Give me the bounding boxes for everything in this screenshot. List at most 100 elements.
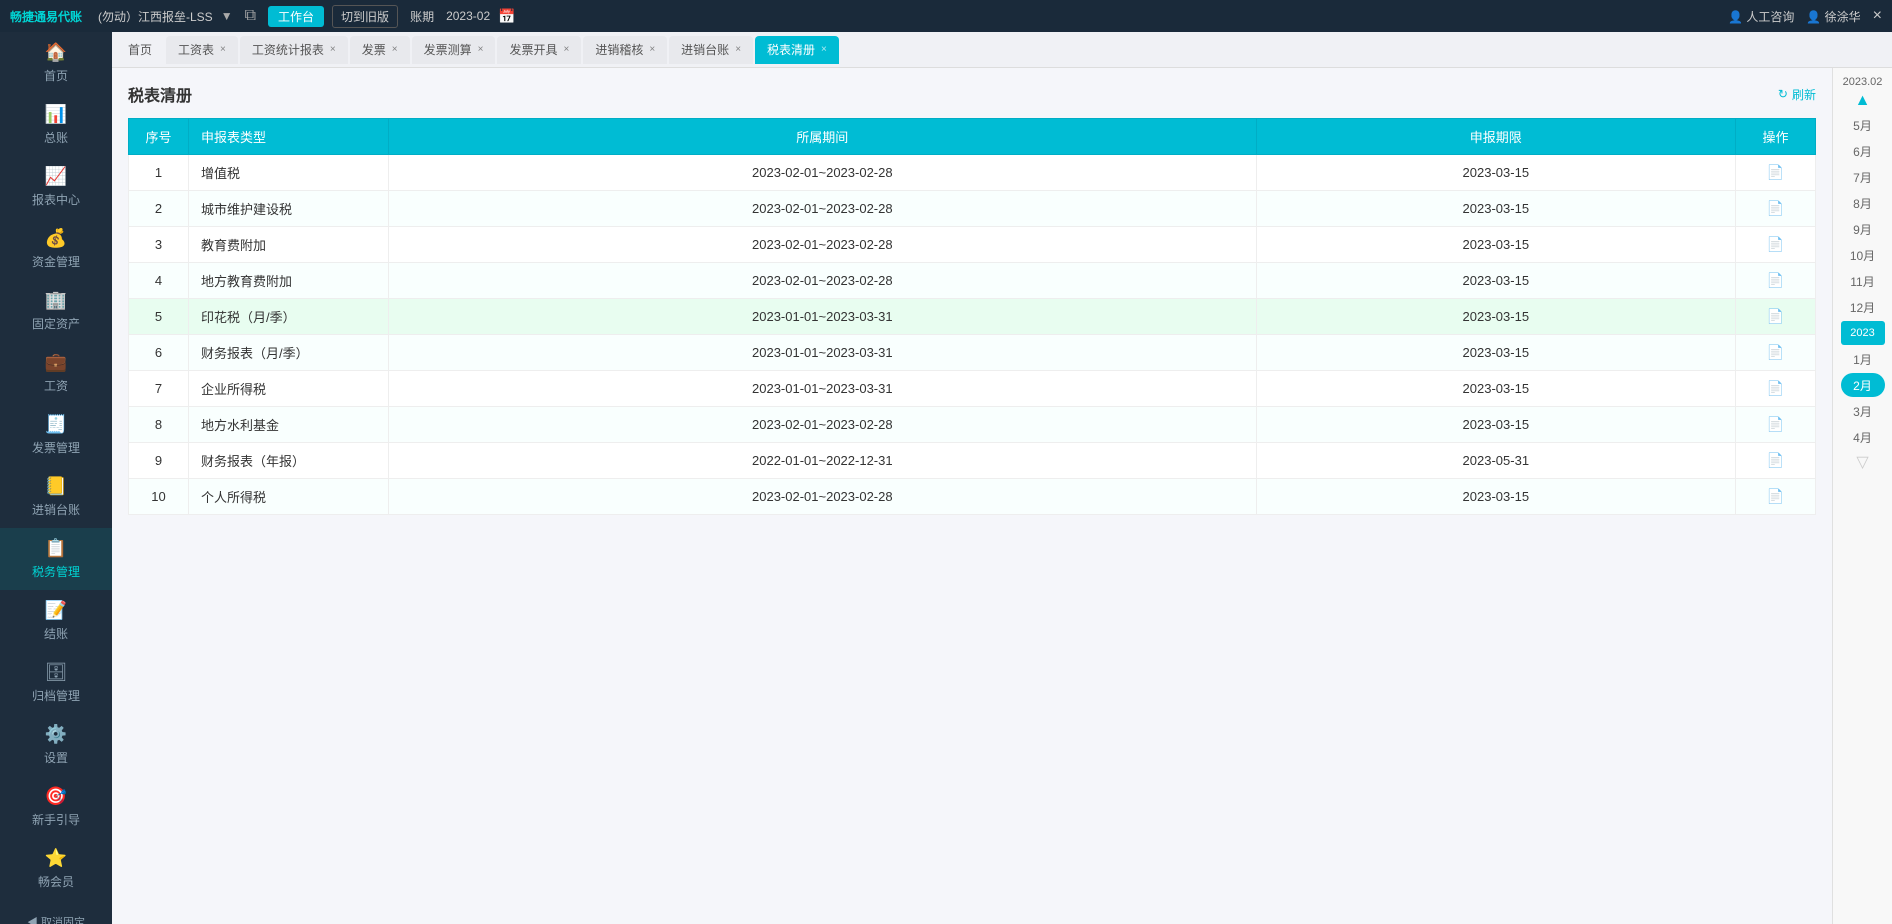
cell-period: 2023-02-01~2023-02-28 (389, 191, 1257, 227)
action-icon[interactable]: 📄 (1767, 272, 1784, 288)
sidebar-item-member[interactable]: ⭐ 畅会员 (0, 838, 112, 900)
cell-period: 2023-02-01~2023-02-28 (389, 227, 1257, 263)
sidebar-label-funds: 资金管理 (32, 253, 80, 270)
sidebar-item-reports[interactable]: 📈 报表中心 (0, 156, 112, 218)
timeline-month-12[interactable]: 12月 (1841, 295, 1885, 319)
action-icon[interactable]: 📄 (1767, 416, 1784, 432)
sidebar-item-salary[interactable]: 💼 工资 (0, 342, 112, 404)
timeline-month-1[interactable]: 1月 (1841, 347, 1885, 371)
timeline-month-7[interactable]: 7月 (1841, 165, 1885, 189)
timeline-month-2[interactable]: 2月 (1841, 373, 1885, 397)
sidebar-label-guide: 新手引导 (32, 811, 80, 828)
window-close-button[interactable]: × (1873, 7, 1882, 25)
cell-type: 城市维护建设税 (189, 191, 389, 227)
table-row: 1 增值税 2023-02-01~2023-02-28 2023-03-15 📄 (129, 155, 1816, 191)
workspace-button[interactable]: 工作台 (268, 6, 324, 27)
sidebar-label-close: 结账 (44, 625, 68, 642)
timeline-year-2023[interactable]: 2023 (1841, 321, 1885, 345)
sidebar-item-purchase-sales[interactable]: 📒 进销台账 (0, 466, 112, 528)
calendar-icon[interactable]: 📅 (498, 8, 515, 25)
tab-salary-close[interactable]: × (220, 44, 226, 55)
tab-salary-report[interactable]: 工资统计报表 × (240, 36, 348, 64)
cell-type: 教育费附加 (189, 227, 389, 263)
cell-index: 4 (129, 263, 189, 299)
col-deadline: 申报期限 (1256, 119, 1735, 155)
cell-action: 📄 (1736, 407, 1816, 443)
tab-purchase-audit[interactable]: 进销稽核 × (583, 36, 667, 64)
sidebar-label-ledger: 总账 (44, 129, 68, 146)
sidebar-label-fixed-assets: 固定资产 (32, 315, 80, 332)
cancel-fixed-button[interactable]: ◀ 取消固定 (8, 908, 104, 924)
tab-tax-register[interactable]: 税表清册 × (755, 36, 839, 64)
refresh-button[interactable]: ↻ 刷新 (1778, 86, 1816, 103)
tab-home-label: 首页 (128, 41, 152, 58)
service-label[interactable]: 👤 人工咨询 (1728, 8, 1794, 25)
timeline-month-3[interactable]: 3月 (1841, 399, 1885, 423)
tax-icon: 📋 (45, 538, 67, 559)
sidebar-item-fixed-assets[interactable]: 🏢 固定资产 (0, 280, 112, 342)
switch-old-button[interactable]: 切到旧版 (332, 5, 398, 28)
sidebar-item-home[interactable]: 🏠 首页 (0, 32, 112, 94)
table-row: 9 财务报表（年报） 2022-01-01~2022-12-31 2023-05… (129, 443, 1816, 479)
table-row: 3 教育费附加 2023-02-01~2023-02-28 2023-03-15… (129, 227, 1816, 263)
timeline-month-11[interactable]: 11月 (1841, 269, 1885, 293)
sidebar-item-close[interactable]: 📝 结账 (0, 590, 112, 652)
tab-invoice-calc-label: 发票测算 (424, 41, 472, 58)
tab-salary[interactable]: 工资表 × (166, 36, 238, 64)
tab-invoice-issue[interactable]: 发票开具 × (497, 36, 581, 64)
timeline-month-6[interactable]: 6月 (1841, 139, 1885, 163)
timeline-month-8[interactable]: 8月 (1841, 191, 1885, 215)
timeline-month-5[interactable]: 5月 (1841, 113, 1885, 137)
sidebar-item-funds[interactable]: 💰 资金管理 (0, 218, 112, 280)
sidebar-label-tax: 税务管理 (32, 563, 80, 580)
content-area: 首页 工资表 × 工资统计报表 × 发票 × 发票测算 × 发票开具 × (112, 32, 1892, 924)
user-avatar[interactable]: 👤 徐涂华 (1806, 8, 1860, 25)
tab-tax-register-close[interactable]: × (821, 44, 827, 55)
sidebar-item-archive[interactable]: 🗄 归档管理 (0, 652, 112, 714)
cell-index: 9 (129, 443, 189, 479)
sidebar-item-invoice[interactable]: 🧾 发票管理 (0, 404, 112, 466)
tab-purchase-ledger-close[interactable]: × (735, 44, 741, 55)
action-icon[interactable]: 📄 (1767, 380, 1784, 396)
cell-type: 个人所得税 (189, 479, 389, 515)
cell-type: 企业所得税 (189, 371, 389, 407)
tab-invoice-calc-close[interactable]: × (478, 44, 484, 55)
timeline-down-button[interactable]: ▽ (1856, 452, 1868, 472)
top-bar: 畅捷通易代账 (勿动）江西报垒-LSS ▼ ⧉ 工作台 切到旧版 账期 2023… (0, 0, 1892, 32)
tab-purchase-ledger[interactable]: 进销台账 × (669, 36, 753, 64)
action-icon[interactable]: 📄 (1767, 236, 1784, 252)
timeline-month-9[interactable]: 9月 (1841, 217, 1885, 241)
action-icon[interactable]: 📄 (1767, 308, 1784, 324)
sidebar-label-settings: 设置 (44, 749, 68, 766)
action-icon[interactable]: 📄 (1767, 344, 1784, 360)
cell-deadline: 2023-03-15 (1256, 371, 1735, 407)
cell-action: 📄 (1736, 443, 1816, 479)
action-icon[interactable]: 📄 (1767, 164, 1784, 180)
action-icon[interactable]: 📄 (1767, 452, 1784, 468)
cell-deadline: 2023-03-15 (1256, 407, 1735, 443)
sidebar-item-settings[interactable]: ⚙️ 设置 (0, 714, 112, 776)
tab-invoice-issue-close[interactable]: × (563, 44, 569, 55)
sidebar-item-guide[interactable]: 🎯 新手引导 (0, 776, 112, 838)
sidebar-item-tax[interactable]: 📋 税务管理 (0, 528, 112, 590)
timeline-up-button[interactable]: ▲ (1855, 92, 1871, 110)
member-icon: ⭐ (45, 848, 67, 869)
action-icon[interactable]: 📄 (1767, 488, 1784, 504)
sidebar-label-home: 首页 (44, 67, 68, 84)
action-icon[interactable]: 📄 (1767, 200, 1784, 216)
tab-invoice[interactable]: 发票 × (350, 36, 410, 64)
tab-purchase-audit-close[interactable]: × (649, 44, 655, 55)
col-type: 申报表类型 (189, 119, 389, 155)
page-content: 税表清册 ↻ 刷新 序号 申报表类型 所属期间 申报期限 操作 (112, 68, 1892, 924)
timeline-month-4[interactable]: 4月 (1841, 425, 1885, 449)
cell-action: 📄 (1736, 155, 1816, 191)
cell-deadline: 2023-03-15 (1256, 335, 1735, 371)
cell-type: 财务报表（月/季） (189, 335, 389, 371)
cell-period: 2023-02-01~2023-02-28 (389, 479, 1257, 515)
sidebar-item-ledger[interactable]: 📊 总账 (0, 94, 112, 156)
tab-home[interactable]: 首页 (116, 36, 164, 64)
timeline-month-10[interactable]: 10月 (1841, 243, 1885, 267)
tab-invoice-calc[interactable]: 发票测算 × (412, 36, 496, 64)
tab-salary-report-close[interactable]: × (330, 44, 336, 55)
tab-invoice-close[interactable]: × (392, 44, 398, 55)
